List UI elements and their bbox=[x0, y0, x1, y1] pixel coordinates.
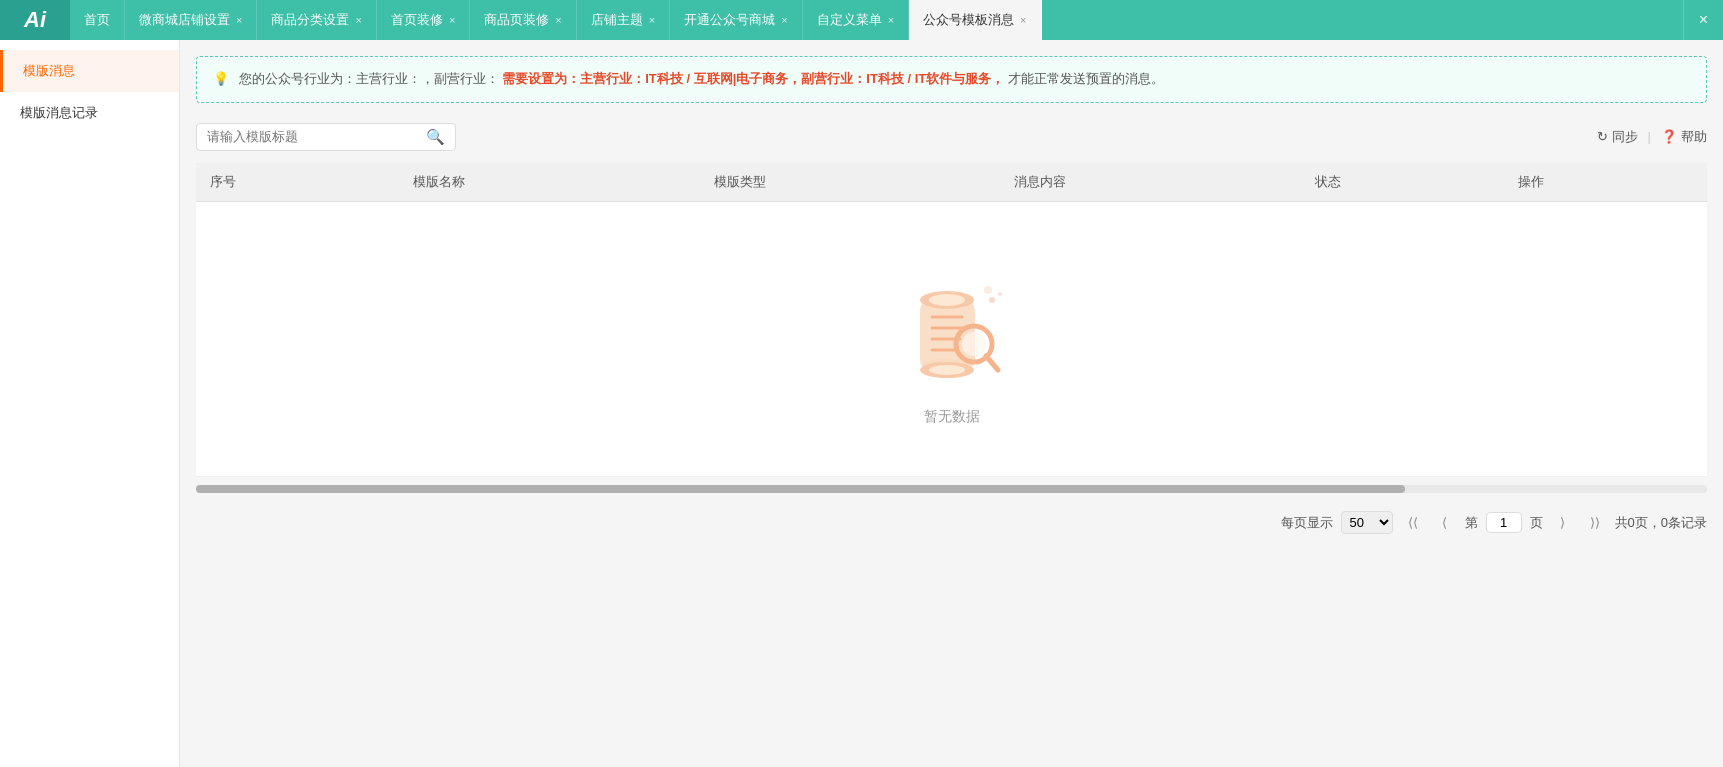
help-icon: ❓ bbox=[1661, 129, 1677, 144]
last-page-button[interactable]: ⟩⟩ bbox=[1583, 511, 1607, 535]
notice-highlight: 需要设置为：主营行业：IT科技 / 互联网|电子商务，副营行业：IT科技 / I… bbox=[502, 71, 1004, 86]
nav-tab-custom-menu[interactable]: 自定义菜单× bbox=[803, 0, 909, 40]
table-col-status: 状态 bbox=[1301, 163, 1504, 202]
empty-state: 暂无数据 bbox=[210, 212, 1693, 466]
scrollbar-thumb bbox=[196, 485, 1405, 493]
search-input-wrapper[interactable]: 🔍 bbox=[196, 123, 456, 151]
logo-text: Ai bbox=[24, 7, 46, 33]
next-page-button[interactable]: ⟩ bbox=[1551, 511, 1575, 535]
nav-tab-template-msg[interactable]: 公众号模板消息× bbox=[909, 0, 1041, 40]
svg-line-12 bbox=[986, 356, 998, 370]
nav-tab-homepage[interactable]: 首页装修× bbox=[377, 0, 470, 40]
page-suffix: 页 bbox=[1530, 514, 1543, 532]
sync-button[interactable]: ↻ 同步 bbox=[1597, 128, 1638, 146]
help-button[interactable]: ❓ 帮助 bbox=[1661, 128, 1707, 146]
nav-tab-close-category[interactable]: × bbox=[355, 14, 361, 26]
app-logo: Ai bbox=[0, 0, 70, 40]
search-input[interactable] bbox=[207, 129, 426, 144]
sync-icon: ↻ bbox=[1597, 129, 1608, 144]
toolbar-right: ↻ 同步 | ❓ 帮助 bbox=[1597, 128, 1707, 146]
table-col-content: 消息内容 bbox=[1000, 163, 1301, 202]
sidebar-item-template-history[interactable]: 模版消息记录 bbox=[0, 92, 179, 134]
first-page-button[interactable]: ⟨⟨ bbox=[1401, 511, 1425, 535]
sidebar: 模版消息模版消息记录 bbox=[0, 40, 180, 767]
notice-prefix: 您的公众号行业为：主营行业：，副营行业： bbox=[239, 71, 499, 86]
notice-icon: 💡 bbox=[213, 71, 229, 86]
help-label: 帮助 bbox=[1681, 128, 1707, 146]
current-page-input[interactable] bbox=[1486, 512, 1522, 533]
svg-point-15 bbox=[984, 286, 992, 294]
nav-tab-close-homepage[interactable]: × bbox=[449, 14, 455, 26]
top-nav-bar: Ai 首页微商城店铺设置×商品分类设置×首页装修×商品页装修×店铺主题×开通公众… bbox=[0, 0, 1723, 40]
table-col-action: 操作 bbox=[1504, 163, 1707, 202]
notice-suffix: 才能正常发送预置的消息。 bbox=[1008, 71, 1164, 86]
page-prefix: 第 bbox=[1465, 514, 1478, 532]
empty-icon bbox=[892, 272, 1012, 392]
nav-tab-shop-theme[interactable]: 店铺主题× bbox=[577, 0, 670, 40]
svg-point-13 bbox=[989, 297, 995, 303]
nav-tab-home[interactable]: 首页 bbox=[70, 0, 125, 40]
svg-point-14 bbox=[998, 292, 1002, 296]
sidebar-item-template-msg[interactable]: 模版消息 bbox=[0, 50, 179, 92]
nav-tab-close-product-page[interactable]: × bbox=[555, 14, 561, 26]
nav-tab-category[interactable]: 商品分类设置× bbox=[257, 0, 376, 40]
per-page-label: 每页显示 bbox=[1281, 514, 1333, 532]
sync-label: 同步 bbox=[1612, 128, 1638, 146]
table-col-name: 模版名称 bbox=[399, 163, 700, 202]
pagination: 每页显示 102050100 ⟨⟨ ⟨ 第 页 ⟩ ⟩⟩ 共0页，0条记录 bbox=[196, 501, 1707, 545]
table-header: 序号模版名称模版类型消息内容状态操作 bbox=[196, 163, 1707, 202]
nav-tab-wechat-shop[interactable]: 开通公众号商城× bbox=[670, 0, 802, 40]
nav-tab-close-shop-theme[interactable]: × bbox=[649, 14, 655, 26]
total-info: 共0页，0条记录 bbox=[1615, 514, 1707, 532]
svg-point-3 bbox=[929, 294, 965, 306]
per-page-select[interactable]: 102050100 bbox=[1341, 511, 1393, 534]
nav-tab-close-wsc-store[interactable]: × bbox=[236, 14, 242, 26]
nav-tab-close-custom-menu[interactable]: × bbox=[888, 14, 894, 26]
notice-banner: 💡 您的公众号行业为：主营行业：，副营行业： 需要设置为：主营行业：IT科技 /… bbox=[196, 56, 1707, 103]
svg-point-11 bbox=[962, 332, 986, 356]
table-col-index: 序号 bbox=[196, 163, 399, 202]
toolbar-divider: | bbox=[1648, 129, 1651, 144]
nav-tabs: 首页微商城店铺设置×商品分类设置×首页装修×商品页装修×店铺主题×开通公众号商城… bbox=[70, 0, 1683, 40]
nav-tab-wsc-store[interactable]: 微商城店铺设置× bbox=[125, 0, 257, 40]
nav-tab-close-template-msg[interactable]: × bbox=[1020, 14, 1026, 26]
search-icon-button[interactable]: 🔍 bbox=[426, 128, 445, 146]
nav-tab-close-wechat-shop[interactable]: × bbox=[781, 14, 787, 26]
close-all-tabs-button[interactable]: × bbox=[1683, 0, 1723, 40]
svg-point-9 bbox=[929, 365, 965, 375]
data-table: 序号模版名称模版类型消息内容状态操作 bbox=[196, 163, 1707, 477]
prev-page-button[interactable]: ⟨ bbox=[1433, 511, 1457, 535]
horizontal-scrollbar[interactable] bbox=[196, 485, 1707, 493]
search-toolbar: 🔍 ↻ 同步 | ❓ 帮助 bbox=[196, 123, 1707, 151]
nav-tab-product-page[interactable]: 商品页装修× bbox=[470, 0, 576, 40]
content-area: 💡 您的公众号行业为：主营行业：，副营行业： 需要设置为：主营行业：IT科技 /… bbox=[180, 40, 1723, 767]
table-col-type: 模版类型 bbox=[700, 163, 1001, 202]
empty-text: 暂无数据 bbox=[924, 408, 980, 426]
main-layout: 模版消息模版消息记录 💡 您的公众号行业为：主营行业：，副营行业： 需要设置为：… bbox=[0, 40, 1723, 767]
